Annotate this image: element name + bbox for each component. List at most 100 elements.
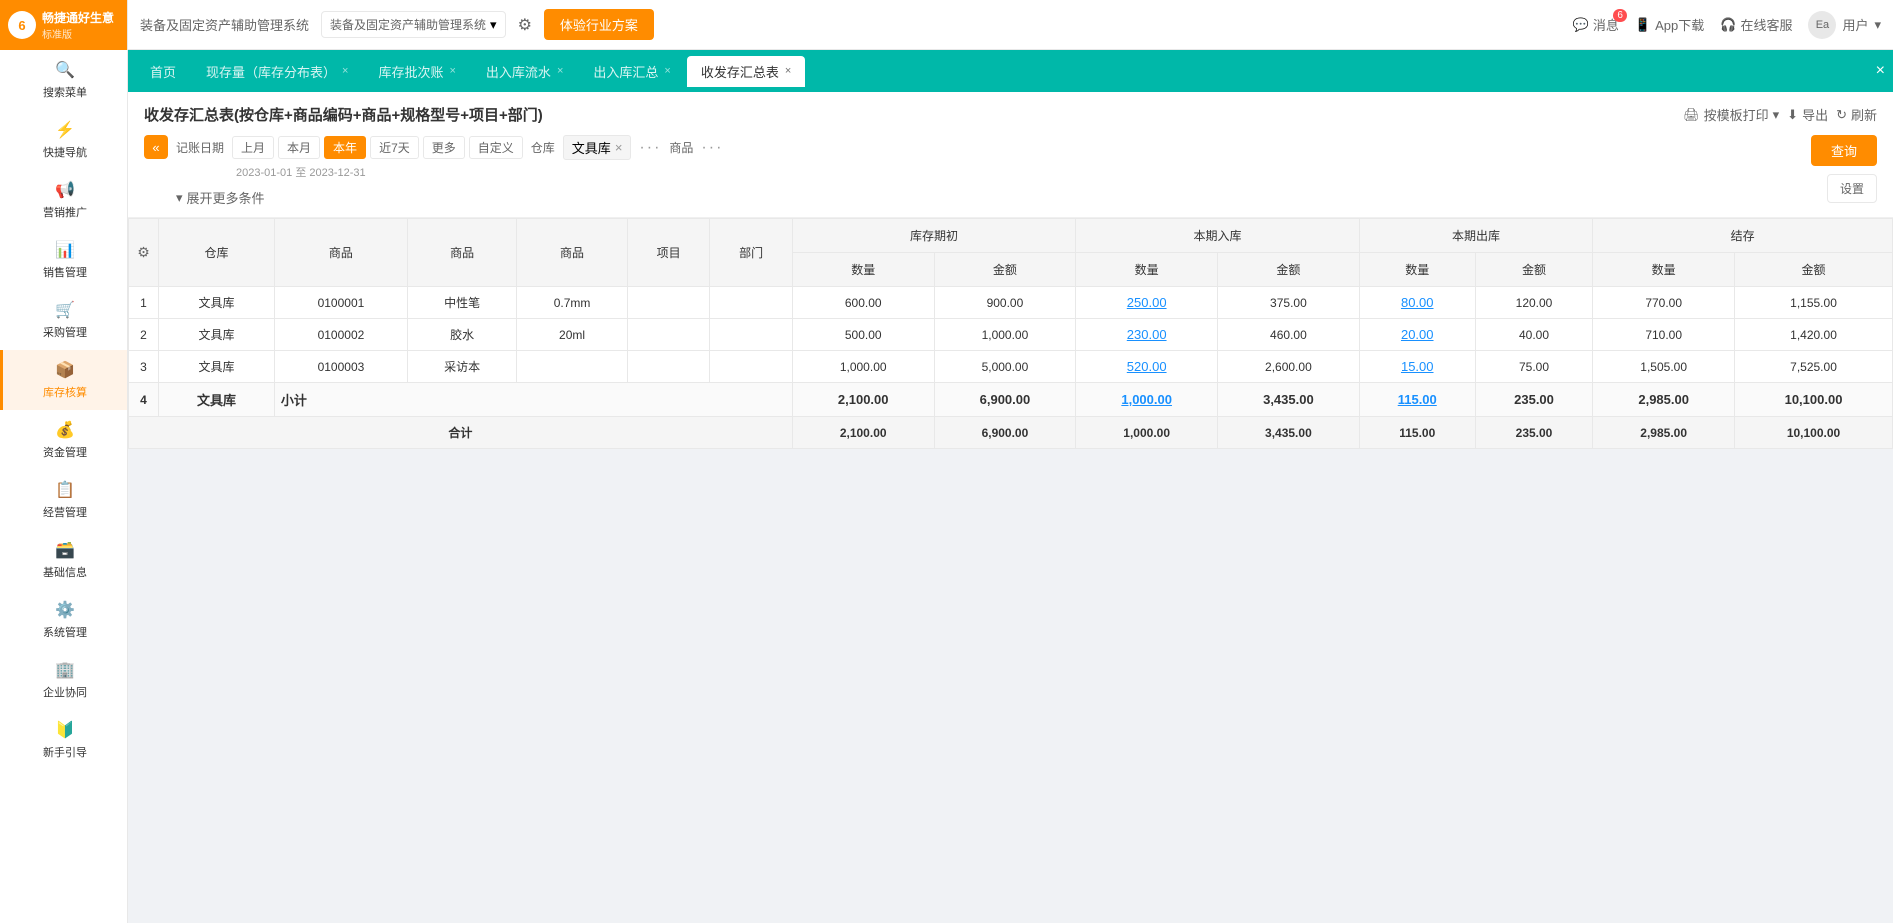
logo-icon: 6	[8, 11, 36, 39]
in-qty-link[interactable]: 520.00	[1127, 359, 1167, 374]
sidebar-item-quicknav[interactable]: ⚡ 快捷导航	[0, 110, 127, 170]
tab-inventory-dist[interactable]: 现存量（库存分布表） ×	[192, 56, 362, 87]
in-qty-link[interactable]: 250.00	[1127, 295, 1167, 310]
enterprise-icon: 🏢	[55, 660, 75, 680]
sidebar-item-finance[interactable]: 💰 资金管理	[0, 410, 127, 470]
tab-batch-ledger[interactable]: 库存批次账 ×	[364, 56, 469, 87]
col-dept-header: 部门	[710, 219, 792, 287]
sidebar-item-purchase[interactable]: 🛒 采购管理	[0, 290, 127, 350]
chevron-down-icon: ▾	[1874, 17, 1881, 33]
row-in-qty[interactable]: 250.00	[1076, 287, 1218, 319]
export-btn[interactable]: ⬇ 导出	[1787, 105, 1828, 124]
row-goods-code: 0100003	[274, 351, 407, 383]
user-action[interactable]: Ea 用户 ▾	[1808, 11, 1881, 39]
row-warehouse: 文具库	[159, 287, 275, 319]
warehouse-ellipsis[interactable]: ···	[639, 139, 661, 157]
tab-close-icon[interactable]: ×	[342, 65, 348, 77]
out-qty-link[interactable]: 20.00	[1401, 327, 1434, 342]
date-btn-7days[interactable]: 近7天	[370, 136, 419, 159]
sales-icon: 📊	[55, 240, 75, 260]
tab-close-icon[interactable]: ×	[557, 65, 563, 77]
sub-in-qty-link[interactable]: 1,000.00	[1121, 392, 1172, 407]
date-btn-this-year[interactable]: 本年	[324, 136, 366, 159]
sidebar-item-marketing[interactable]: 📢 营销推广	[0, 170, 127, 230]
tab-home[interactable]: 首页	[136, 56, 190, 87]
system-selector[interactable]: 装备及固定资产辅助管理系统 ▾	[321, 11, 506, 38]
tab-close-icon[interactable]: ×	[664, 65, 670, 77]
row-in-qty[interactable]: 230.00	[1076, 319, 1218, 351]
main-content: 装备及固定资产辅助管理系统 装备及固定资产辅助管理系统 ▾ ⚙ 体验行业方案 💬…	[128, 0, 1893, 923]
sidebar-item-inventory[interactable]: 📦 库存核算	[0, 350, 127, 410]
date-btn-more[interactable]: 更多	[423, 136, 465, 159]
experience-btn[interactable]: 体验行业方案	[544, 9, 654, 40]
tab-recv-send[interactable]: 收发存汇总表 ×	[687, 56, 805, 87]
row-out-qty[interactable]: 15.00	[1359, 351, 1475, 383]
print-btn[interactable]: 🖨 按模板打印 ▾	[1683, 105, 1779, 124]
query-btn[interactable]: 查询	[1811, 135, 1877, 166]
table-row: 1 文具库 0100001 中性笔 0.7mm 600.00 900.00 25…	[129, 287, 1893, 319]
filter-collapse-btn[interactable]: «	[144, 135, 168, 159]
row-in-qty[interactable]: 520.00	[1076, 351, 1218, 383]
filter-left-col: 记账日期 上月 本月 本年 近7天 更多 自定义 仓库 文	[176, 135, 1803, 207]
tab-close-icon[interactable]: ×	[785, 65, 791, 77]
filter-date-section: 记账日期 上月 本月 本年 近7天 更多 自定义 仓库 文	[176, 135, 1803, 160]
in-qty-link[interactable]: 230.00	[1127, 327, 1167, 342]
date-btn-this-month[interactable]: 本月	[278, 136, 320, 159]
tab-summary[interactable]: 出入库汇总 ×	[579, 56, 684, 87]
col-settings[interactable]: ⚙	[129, 219, 159, 287]
date-btn-prev-month[interactable]: 上月	[232, 136, 274, 159]
tab-close-all-icon[interactable]: ×	[1876, 62, 1885, 80]
total-open-amt: 6,900.00	[934, 417, 1076, 449]
app-download-action[interactable]: 📱 App下载	[1635, 15, 1704, 34]
newguide-icon: 🔰	[55, 720, 75, 740]
settings-icon[interactable]: ⚙	[518, 15, 532, 35]
sidebar-item-operations[interactable]: 📋 经营管理	[0, 470, 127, 530]
sub-out-qty-link[interactable]: 115.00	[1398, 392, 1437, 407]
row-close-amt: 7,525.00	[1735, 351, 1893, 383]
sub-in-amt: 3,435.00	[1218, 383, 1360, 417]
row-project	[627, 319, 709, 351]
col-close-amt: 金额	[1735, 253, 1893, 287]
sub-open-amt: 6,900.00	[934, 383, 1076, 417]
online-service-action[interactable]: 🎧 在线客服	[1720, 15, 1792, 34]
set-btn[interactable]: 设置	[1827, 174, 1877, 203]
page-header: 收发存汇总表(按仓库+商品编码+商品+规格型号+项目+部门) 🖨 按模板打印 ▾…	[128, 92, 1893, 125]
sub-out-qty[interactable]: 115.00	[1359, 383, 1475, 417]
total-label: 合计	[129, 417, 793, 449]
settings-icon[interactable]: ⚙	[137, 244, 150, 260]
sub-open-qty: 2,100.00	[792, 383, 934, 417]
total-close-qty: 2,985.00	[1593, 417, 1735, 449]
goods-ellipsis[interactable]: ···	[701, 139, 723, 157]
row-dept	[710, 319, 792, 351]
sidebar-item-search[interactable]: 🔍 搜索菜单	[0, 50, 127, 110]
sidebar-item-newguide[interactable]: 🔰 新手引导	[0, 710, 127, 770]
export-icon: ⬇	[1787, 107, 1798, 123]
row-no: 3	[129, 351, 159, 383]
tab-close-icon[interactable]: ×	[449, 65, 455, 77]
message-action[interactable]: 💬 消息 6	[1573, 15, 1619, 34]
row-out-qty[interactable]: 80.00	[1359, 287, 1475, 319]
col-warehouse-header: 仓库	[159, 219, 275, 287]
system-icon: ⚙️	[55, 600, 75, 620]
row-out-qty[interactable]: 20.00	[1359, 319, 1475, 351]
out-qty-link[interactable]: 80.00	[1401, 295, 1434, 310]
sidebar-item-system[interactable]: ⚙️ 系统管理	[0, 590, 127, 650]
sidebar-item-sales[interactable]: 📊 销售管理	[0, 230, 127, 290]
sidebar-item-basic[interactable]: 🗃️ 基础信息	[0, 530, 127, 590]
date-range-text: 2023-01-01 至 2023-12-31	[236, 164, 1803, 180]
warehouse-tag-close[interactable]: ×	[615, 140, 623, 155]
page-actions: 🖨 按模板打印 ▾ ⬇ 导出 ↻ 刷新	[1683, 105, 1877, 124]
row-project	[627, 351, 709, 383]
expand-conditions-btn[interactable]: ▾ 展开更多条件	[176, 188, 1803, 207]
sub-out-amt: 235.00	[1475, 383, 1593, 417]
out-qty-link[interactable]: 15.00	[1401, 359, 1434, 374]
tab-flow[interactable]: 出入库流水 ×	[472, 56, 577, 87]
date-btn-custom[interactable]: 自定义	[469, 136, 523, 159]
row-close-amt: 1,420.00	[1735, 319, 1893, 351]
table-container: ⚙ 仓库 商品 商品 商品 项目 部门 库存期初 本期入库 本期出库 结存	[128, 218, 1893, 449]
sidebar-item-enterprise[interactable]: 🏢 企业协同	[0, 650, 127, 710]
sub-in-qty[interactable]: 1,000.00	[1076, 383, 1218, 417]
refresh-btn[interactable]: ↻ 刷新	[1836, 105, 1877, 124]
row-warehouse: 文具库	[159, 319, 275, 351]
row-open-amt: 1,000.00	[934, 319, 1076, 351]
